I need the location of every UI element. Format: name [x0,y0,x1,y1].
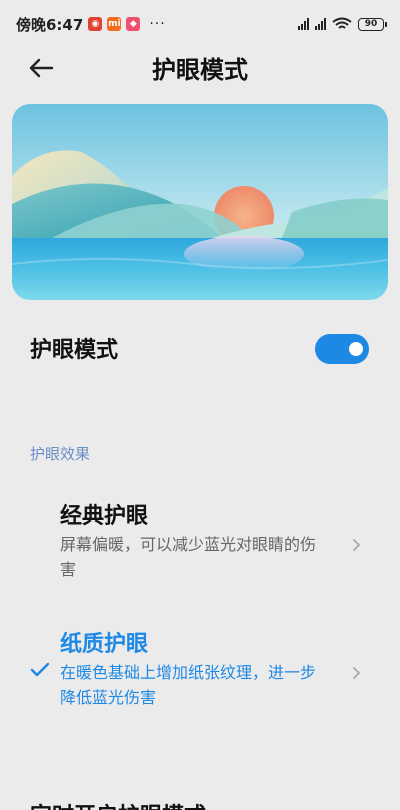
option-paper-eye-care[interactable]: 纸质护眼 在暖色基础上增加纸张纹理，进一步降低蓝光伤害 [0,626,400,716]
option-description: 在暖色基础上增加纸张纹理，进一步降低蓝光伤害 [60,663,317,707]
wifi-icon [332,17,352,29]
eye-care-toggle-row[interactable]: 护眼模式 [0,318,400,378]
option-description: 屏幕偏暖，可以减少蓝光对眼睛的伤害 [60,535,317,579]
battery-icon: 90 [358,17,387,31]
more-notifications-icon: ··· [149,16,166,32]
scheduled-eye-care-row[interactable]: 定时开启护眼模式 [30,798,206,810]
app-notification-icon: ◆ [126,17,141,31]
option-title: 经典护眼 [60,504,149,529]
status-time: 傍晚6:47 [16,15,84,34]
option-classic-eye-care[interactable]: 经典护眼 屏幕偏暖，可以减少蓝光对眼睛的伤害 [0,498,400,588]
mi-icon: mi [107,17,122,31]
eye-care-toggle-label: 护眼模式 [30,338,119,363]
battery-level: 90 [364,18,378,29]
eye-care-switch[interactable] [315,334,369,364]
signal-icon [315,18,326,30]
switch-knob [349,342,363,356]
status-bar: 傍晚6:47 ◉ mi ◆ ··· 90 [0,0,400,48]
eye-care-banner-image [12,104,388,300]
app-notification-icon: ◉ [88,17,103,31]
chevron-right-icon [353,667,360,679]
checkmark-icon [30,662,50,677]
option-title: 纸质护眼 [60,632,149,657]
signal-icon [298,18,309,30]
section-label: 护眼效果 [30,445,91,463]
page-title: 护眼模式 [152,56,248,84]
chevron-right-icon [353,539,360,551]
header: 护眼模式 [0,48,400,88]
